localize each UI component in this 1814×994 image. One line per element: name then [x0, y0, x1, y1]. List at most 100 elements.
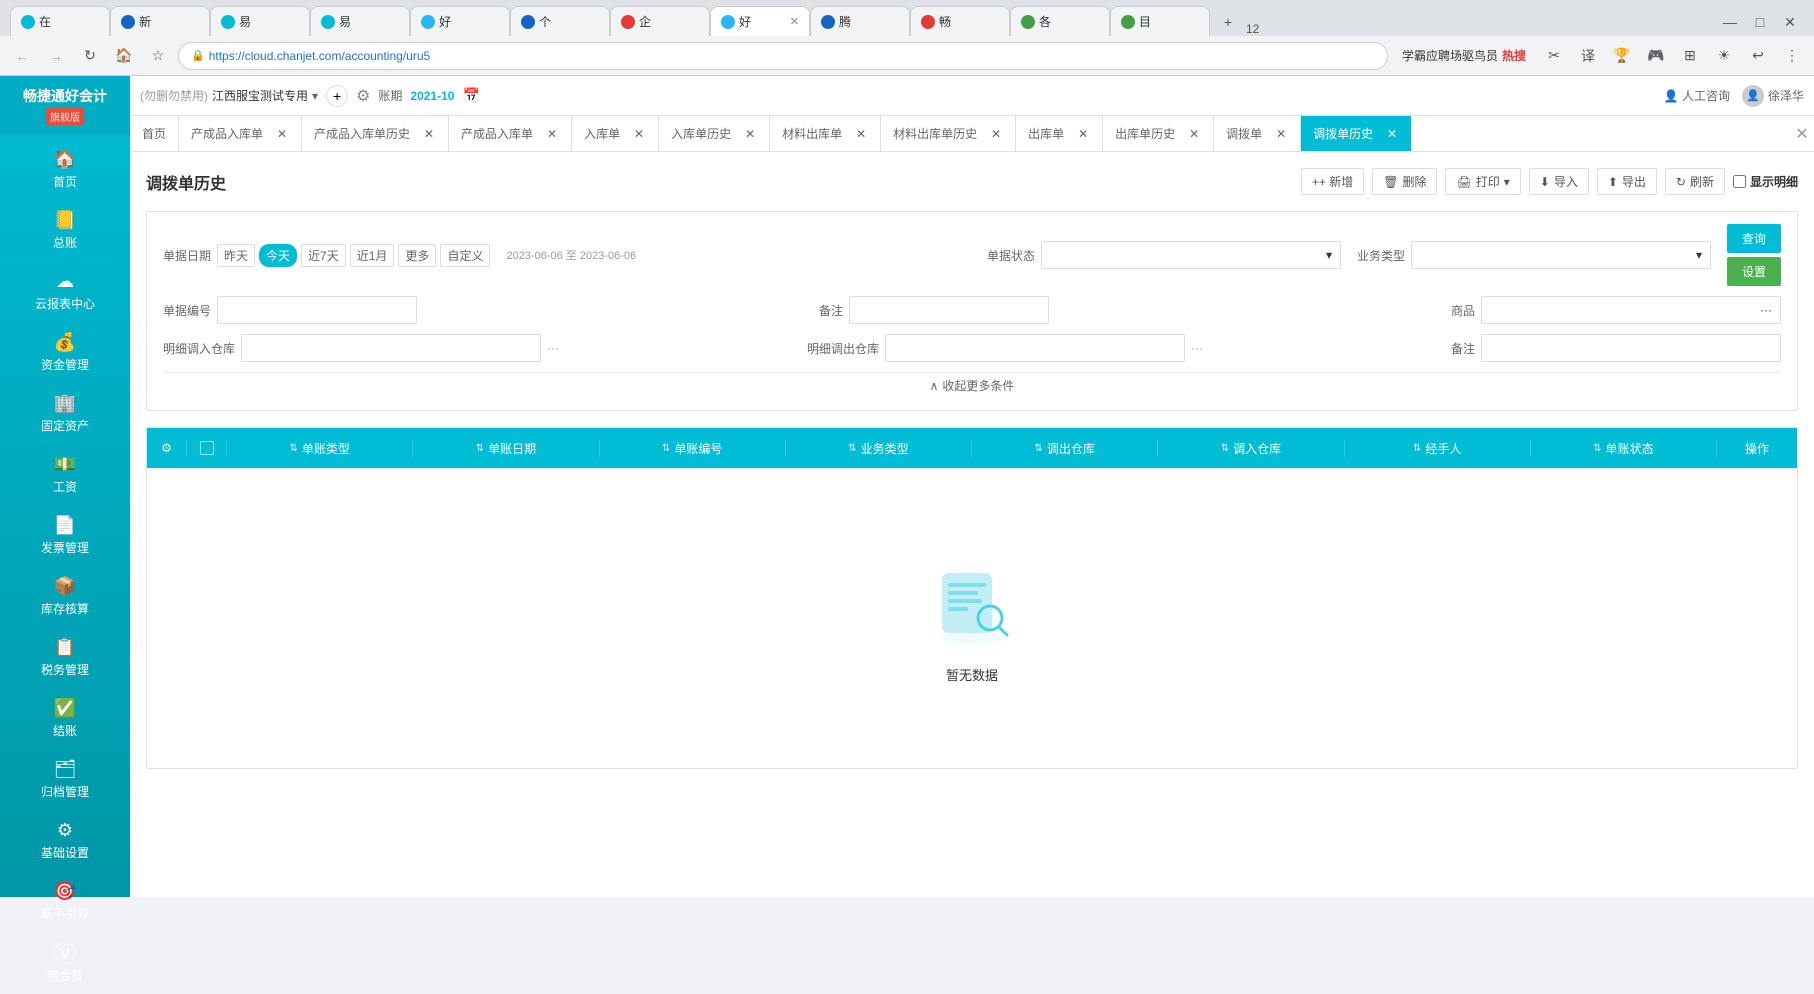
- note2-input[interactable]: [1481, 334, 1781, 362]
- bookmark-button[interactable]: ☆: [144, 42, 172, 70]
- app-tab-9[interactable]: 出库单历史 ✕: [1103, 116, 1214, 152]
- app-tab-close-5[interactable]: ✕: [743, 127, 757, 141]
- browser-tab-9[interactable]: 腾: [810, 6, 910, 36]
- home-button[interactable]: 🏠: [110, 42, 138, 70]
- app-tab-home[interactable]: 首页: [130, 116, 179, 152]
- sidebar-item-funds[interactable]: 💰 资金管理: [0, 322, 130, 383]
- in-warehouse-dots[interactable]: ···: [547, 341, 559, 355]
- out-warehouse-input[interactable]: [885, 334, 1185, 362]
- display-cols-checkbox[interactable]: [1733, 175, 1746, 188]
- setting-button[interactable]: 设置: [1727, 257, 1781, 286]
- sidebar-item-home[interactable]: 🏠 首页: [0, 139, 130, 200]
- note-input[interactable]: [849, 296, 1049, 324]
- sidebar-item-ledger[interactable]: 📒 总账: [0, 200, 130, 261]
- app-tab-close-4[interactable]: ✕: [632, 127, 646, 141]
- user-profile[interactable]: 👤 徐泽华: [1742, 85, 1804, 107]
- th-biz-type[interactable]: ⇅ 业务类型: [786, 440, 972, 457]
- browser-tab-close-8[interactable]: ✕: [790, 15, 799, 28]
- app-tab-3[interactable]: 产成品入库单 ✕: [449, 116, 572, 152]
- app-tab-11[interactable]: 调拨单历史 ✕: [1301, 116, 1412, 152]
- app-tab-close-7[interactable]: ✕: [989, 127, 1003, 141]
- browser-tab-7[interactable]: 企: [610, 6, 710, 36]
- browser-tab-11[interactable]: 各: [1010, 6, 1110, 36]
- browser-tab-2[interactable]: 新: [110, 6, 210, 36]
- sidebar-item-invoice[interactable]: 📄 发票管理: [0, 505, 130, 566]
- grid-button[interactable]: ⊞: [1676, 42, 1704, 70]
- date-btn-7days[interactable]: 近7天: [301, 244, 346, 267]
- close-window-button[interactable]: ✕: [1776, 8, 1804, 36]
- app-tab-5[interactable]: 入库单历史 ✕: [659, 116, 770, 152]
- date-btn-today[interactable]: 今天: [259, 244, 297, 267]
- browser-tab-5[interactable]: 好: [410, 6, 510, 36]
- maximize-button[interactable]: □: [1746, 8, 1774, 36]
- sidebar-item-payroll[interactable]: 💵 工资: [0, 444, 130, 505]
- th-doc-type[interactable]: ⇅ 单账类型: [227, 440, 413, 457]
- sidebar-item-tax[interactable]: 📋 税务管理: [0, 627, 130, 688]
- sidebar-item-inventory[interactable]: 📦 库存核算: [0, 566, 130, 627]
- refresh-button[interactable]: ↻ 刷新: [1665, 168, 1725, 195]
- app-tab-10[interactable]: 调拨单 ✕: [1214, 116, 1301, 152]
- date-btn-custom[interactable]: 自定义: [440, 244, 490, 267]
- app-tab-close-6[interactable]: ✕: [854, 127, 868, 141]
- app-tab-close-3[interactable]: ✕: [545, 127, 559, 141]
- sidebar-item-assets[interactable]: 🏢 固定资产: [0, 383, 130, 444]
- import-button[interactable]: ⬇ 导入: [1529, 168, 1589, 195]
- app-tab-close-11[interactable]: ✕: [1385, 127, 1399, 141]
- th-out-warehouse[interactable]: ⇅ 调出仓库: [972, 440, 1158, 457]
- app-tab-close-2[interactable]: ✕: [422, 127, 436, 141]
- sidebar-item-settings[interactable]: ⚙ 基础设置: [0, 810, 130, 871]
- app-tab-close-1[interactable]: ✕: [275, 127, 289, 141]
- browser-tab-3[interactable]: 易: [210, 6, 310, 36]
- collapse-filter-button[interactable]: ∧ 收起更多条件: [163, 372, 1781, 398]
- in-warehouse-input[interactable]: [241, 334, 541, 362]
- add-company-button[interactable]: +: [326, 85, 348, 107]
- browser-tab-10[interactable]: 畅: [910, 6, 1010, 36]
- date-btn-yesterday[interactable]: 昨天: [217, 244, 255, 267]
- th-settings[interactable]: ⚙: [147, 441, 187, 455]
- app-tab-4[interactable]: 入库单 ✕: [572, 116, 659, 152]
- app-tab-7[interactable]: 材料出库单历史 ✕: [881, 116, 1016, 152]
- docno-input[interactable]: [217, 296, 417, 324]
- sidebar-item-archive[interactable]: 🗂 归档管理: [0, 749, 130, 810]
- company-selector[interactable]: (勿删勿禁用) 江西服宝测试专用 ▾: [140, 87, 318, 104]
- sidebar-item-close-accounts[interactable]: ✅ 结账: [0, 688, 130, 749]
- delete-button[interactable]: 🗑 删除: [1372, 168, 1437, 195]
- close-all-tabs-button[interactable]: ✕: [1790, 116, 1814, 152]
- menu-button[interactable]: ⋮: [1778, 42, 1806, 70]
- business-type-select[interactable]: ▾: [1411, 241, 1711, 269]
- th-handler[interactable]: ⇅ 经手人: [1345, 440, 1531, 457]
- back-button[interactable]: ←: [8, 42, 36, 70]
- app-tab-close-9[interactable]: ✕: [1187, 127, 1201, 141]
- app-tab-8[interactable]: 出库单 ✕: [1016, 116, 1103, 152]
- goods-select[interactable]: ···: [1481, 296, 1781, 324]
- extensions-button[interactable]: ✂: [1540, 42, 1568, 70]
- new-button[interactable]: + + 新增: [1301, 168, 1364, 195]
- browser-tab-4[interactable]: 易: [310, 6, 410, 36]
- date-btn-more[interactable]: 更多: [398, 244, 436, 267]
- export-button[interactable]: ⬆ 导出: [1597, 168, 1657, 195]
- settings-top-icon[interactable]: ⚙: [356, 86, 370, 106]
- sidebar-item-reports[interactable]: ☁ 云报表中心: [0, 261, 130, 322]
- address-bar[interactable]: 🔒 https://cloud.chanjet.com/accounting/u…: [178, 42, 1388, 70]
- th-doc-date[interactable]: ⇅ 单账日期: [413, 440, 599, 457]
- service-link[interactable]: 👤 人工咨询: [1664, 87, 1730, 104]
- translate-button[interactable]: 译: [1574, 42, 1602, 70]
- new-tab-button[interactable]: +: [1214, 8, 1242, 36]
- theme-button[interactable]: ☀: [1710, 42, 1738, 70]
- forward-button[interactable]: →: [42, 42, 70, 70]
- th-doc-no[interactable]: ⇅ 单账编号: [600, 440, 786, 457]
- app-tab-close-10[interactable]: ✕: [1274, 127, 1288, 141]
- status-select[interactable]: ▾: [1041, 241, 1341, 269]
- th-checkbox[interactable]: [187, 441, 227, 455]
- th-in-warehouse[interactable]: ⇅ 调入仓库: [1158, 440, 1344, 457]
- sidebar-item-guide[interactable]: 🎯 新手引导: [0, 871, 130, 932]
- game-button[interactable]: 🎮: [1642, 42, 1670, 70]
- select-all-checkbox[interactable]: [200, 441, 214, 455]
- browser-tab-6[interactable]: 个: [510, 6, 610, 36]
- undo-button[interactable]: ↩: [1744, 42, 1772, 70]
- app-tab-2[interactable]: 产成品入库单历史 ✕: [302, 116, 449, 152]
- print-button[interactable]: 🖨 打印 ▾: [1445, 168, 1520, 195]
- out-warehouse-dots[interactable]: ···: [1191, 341, 1203, 355]
- browser-tab-8[interactable]: 好 ✕: [710, 6, 810, 36]
- sidebar-item-member[interactable]: V 畅会员: [0, 932, 130, 994]
